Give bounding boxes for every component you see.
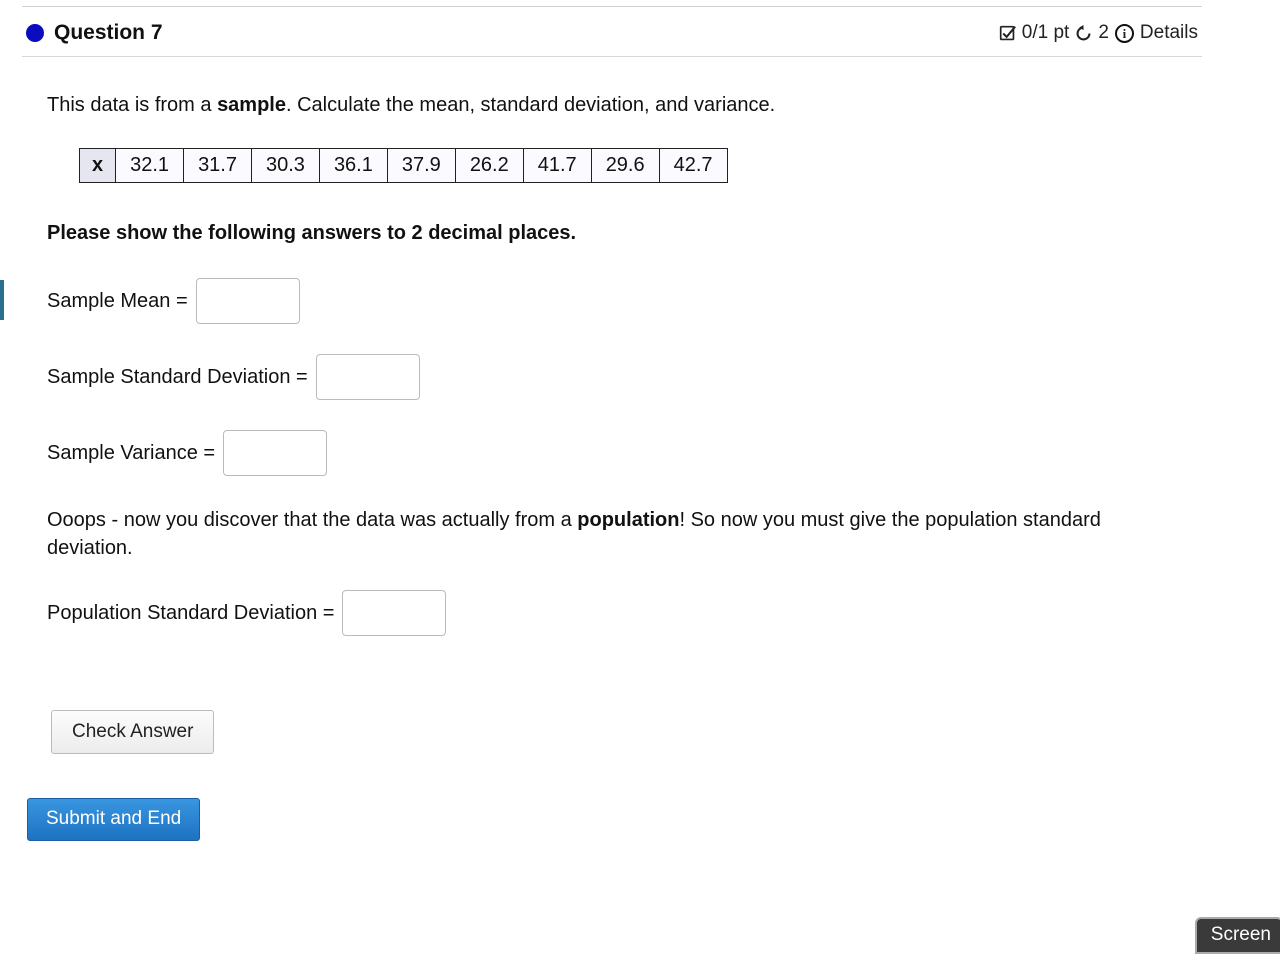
sample-variance-label: Sample Variance =	[47, 439, 215, 468]
popnote-pre: Ooops - now you discover that the data w…	[47, 509, 577, 531]
table-row: x 32.1 31.7 30.3 36.1 37.9 26.2 41.7 29.…	[80, 149, 728, 183]
submit-and-end-button[interactable]: Submit and End	[27, 798, 200, 841]
question-title: Question 7	[54, 21, 163, 45]
population-stddev-row: Population Standard Deviation =	[47, 590, 1260, 636]
prompt-post: . Calculate the mean, standard deviation…	[286, 94, 775, 116]
sample-mean-label: Sample Mean =	[47, 287, 188, 316]
left-edge-decoration	[0, 280, 4, 320]
sample-mean-row: Sample Mean =	[47, 278, 1260, 324]
prompt-text: This data is from a sample. Calculate th…	[47, 91, 1260, 120]
question-header: Question 7 0/1 pt 2 i Details	[22, 6, 1202, 57]
data-cell: 42.7	[659, 149, 727, 183]
question-status-bullet-icon	[26, 24, 44, 42]
prompt-pre: This data is from a	[47, 94, 217, 116]
sample-mean-input[interactable]	[196, 278, 300, 324]
check-answer-button[interactable]: Check Answer	[51, 710, 214, 754]
data-cell: 30.3	[252, 149, 320, 183]
data-cell: 37.9	[387, 149, 455, 183]
retries-count: 2	[1098, 22, 1109, 44]
population-stddev-label: Population Standard Deviation =	[47, 599, 334, 628]
screenshot-corner-tab[interactable]: Screen	[1195, 917, 1280, 954]
data-label-cell: x	[80, 149, 116, 183]
data-cell: 36.1	[319, 149, 387, 183]
data-cell: 31.7	[184, 149, 252, 183]
details-link[interactable]: Details	[1140, 22, 1198, 44]
data-cell: 32.1	[116, 149, 184, 183]
data-cell: 26.2	[455, 149, 523, 183]
prompt-bold: sample	[217, 94, 286, 116]
info-icon[interactable]: i	[1115, 24, 1134, 43]
sample-variance-row: Sample Variance =	[47, 430, 1260, 476]
data-table: x 32.1 31.7 30.3 36.1 37.9 26.2 41.7 29.…	[79, 148, 728, 183]
score-text: 0/1 pt	[1022, 22, 1070, 44]
population-note: Ooops - now you discover that the data w…	[47, 506, 1107, 562]
sample-stddev-input[interactable]	[316, 354, 420, 400]
sample-stddev-label: Sample Standard Deviation =	[47, 363, 308, 392]
question-title-area: Question 7	[22, 21, 163, 45]
data-cell: 41.7	[523, 149, 591, 183]
popnote-bold: population	[577, 509, 679, 531]
checkbox-icon	[999, 25, 1016, 42]
data-cell: 29.6	[591, 149, 659, 183]
population-stddev-input[interactable]	[342, 590, 446, 636]
instructions-text: Please show the following answers to 2 d…	[47, 219, 1260, 248]
sample-stddev-row: Sample Standard Deviation =	[47, 354, 1260, 400]
retry-icon	[1075, 25, 1092, 42]
score-area: 0/1 pt 2 i Details	[999, 22, 1202, 44]
question-content: This data is from a sample. Calculate th…	[2, 57, 1260, 841]
sample-variance-input[interactable]	[223, 430, 327, 476]
page-wrapper: Question 7 0/1 pt 2 i Details This	[0, 0, 1260, 956]
